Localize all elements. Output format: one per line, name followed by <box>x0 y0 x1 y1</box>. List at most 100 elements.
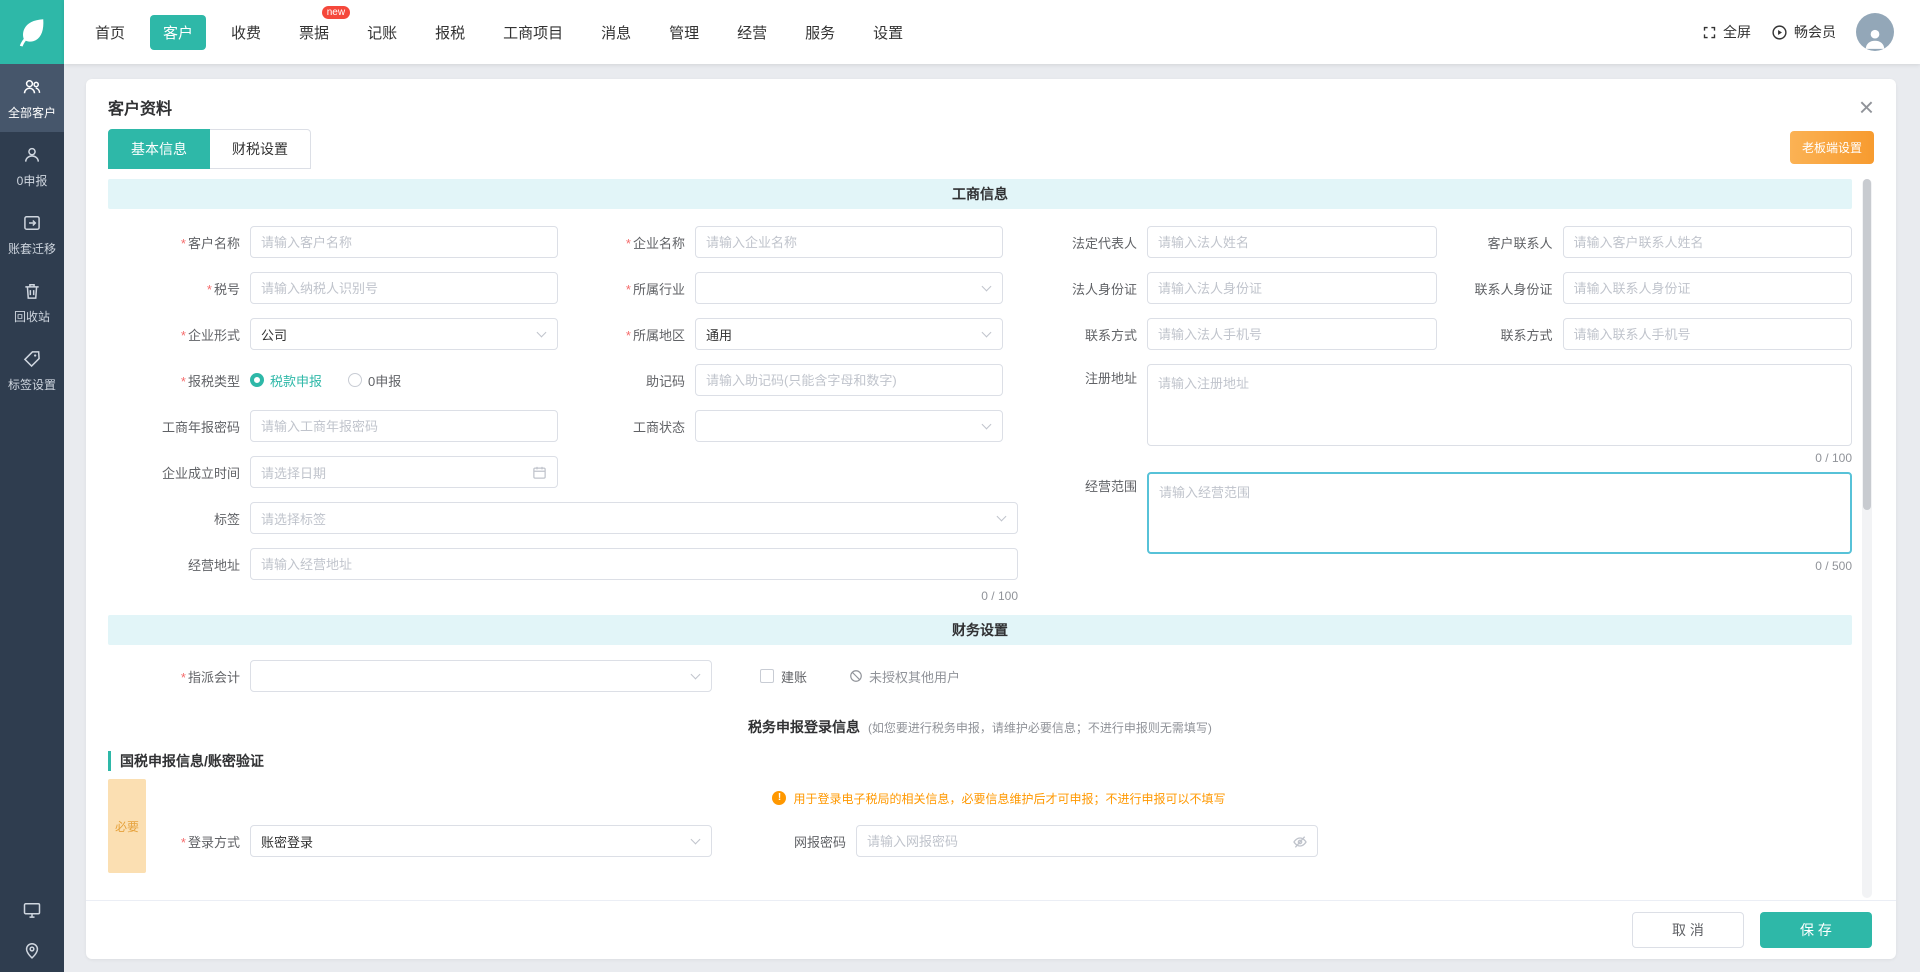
customer-name-input[interactable] <box>250 226 558 258</box>
business-status-select[interactable] <box>695 410 1003 442</box>
business-address-input[interactable] <box>250 548 1018 580</box>
sidebar-item-all-customers[interactable]: 全部客户 <box>0 64 64 132</box>
radio-label: 0申报 <box>368 373 402 389</box>
annual-report-password-input[interactable] <box>250 410 558 442</box>
form-row: 工商年报密码 <box>108 403 573 449</box>
member-button[interactable]: 畅会员 <box>1771 22 1836 42</box>
region-select[interactable]: 通用 <box>695 318 1003 350</box>
form-row: * 税号 <box>108 265 573 311</box>
required-asterisk: * <box>180 669 186 685</box>
cancel-button[interactable]: 取 消 <box>1632 912 1744 948</box>
checkbox-label: 建账 <box>781 669 808 685</box>
nav-item[interactable]: 收费 <box>218 15 274 50</box>
customer-contact-name-input[interactable] <box>1562 226 1852 258</box>
field-label: 注册地址 <box>1084 371 1137 386</box>
company-name-input[interactable] <box>695 226 1003 258</box>
required-asterisk: * <box>180 235 186 251</box>
establish-date-input[interactable]: 请选择日期 <box>250 456 558 488</box>
select-value <box>706 419 710 434</box>
tax-login-title: 税务申报登录信息 (如您要进行税务申报，请维护必要信息；不进行申报则无需填写) <box>108 717 1852 737</box>
registered-address-textarea[interactable] <box>1147 364 1852 446</box>
nav-item[interactable]: 首页 <box>82 15 138 50</box>
chevron-down-icon <box>690 669 701 680</box>
web-report-password-field[interactable] <box>856 825 1318 857</box>
sidebar-item-tag-settings[interactable]: 标签设置 <box>0 336 64 404</box>
field-label: * 报税类型 <box>180 373 240 389</box>
fullscreen-button[interactable]: 全屏 <box>1702 22 1751 42</box>
login-method-select[interactable]: 账密登录 <box>250 825 712 857</box>
sidebar-item-account-migrate[interactable]: 账套迁移 <box>0 200 64 268</box>
users-icon <box>22 77 42 97</box>
select-value: 公司 <box>261 327 288 343</box>
nav-item[interactable]: 管理 <box>656 15 712 50</box>
app-logo[interactable] <box>0 0 64 64</box>
radio-tax-declare[interactable]: 税款申报 <box>250 371 322 390</box>
nav-item[interactable]: 票据 new <box>286 5 351 50</box>
nav-item[interactable]: 经营 <box>724 15 780 50</box>
tax-warning-text: 用于登录电子税局的相关信息，必要信息维护后才可申报；不进行申报可以不填写 <box>793 791 1226 806</box>
fullscreen-icon <box>1702 25 1717 40</box>
scrollbar-thumb[interactable] <box>1863 179 1871 510</box>
legal-person-name-input[interactable] <box>1147 226 1437 258</box>
avatar[interactable] <box>1856 13 1894 51</box>
tags-select[interactable]: 请选择标签 <box>250 502 1018 534</box>
contact-id-input[interactable] <box>1562 272 1852 304</box>
sidebar-item-zero-declare[interactable]: 0申报 <box>0 132 64 200</box>
contact-phone-input[interactable] <box>1562 318 1852 350</box>
dialog-header: 客户资料 × <box>86 79 1896 129</box>
web-report-password-input[interactable] <box>867 833 1287 849</box>
field-label: 法定代表人 <box>1071 235 1137 251</box>
national-tax-main: ! 用于登录电子税局的相关信息，必要信息维护后才可申报；不进行申报可以不填写 *… <box>146 779 1852 873</box>
nav-item[interactable]: 消息 <box>588 15 644 50</box>
boss-settings-button[interactable]: 老板端设置 <box>1789 131 1874 164</box>
circle-slash-icon <box>849 669 863 683</box>
required-tag: 必要 <box>108 779 146 873</box>
chevron-down-icon <box>536 327 547 338</box>
company-form-select[interactable]: 公司 <box>250 318 558 350</box>
dialog-tabs: 基本信息 财税设置 <box>108 129 311 169</box>
required-asterisk: * <box>180 327 186 343</box>
tag-icon <box>22 349 42 369</box>
nav-item[interactable]: 客户 <box>150 14 207 50</box>
eye-off-icon[interactable] <box>1292 834 1308 850</box>
tax-number-input[interactable] <box>250 272 558 304</box>
nav-item[interactable]: 报税 <box>422 15 478 50</box>
legal-person-phone-input[interactable] <box>1147 318 1437 350</box>
assigned-accountant-select[interactable] <box>250 660 712 692</box>
save-button[interactable]: 保 存 <box>1760 912 1872 948</box>
nav-item[interactable]: 工商项目 <box>490 15 576 50</box>
form-column-middle: *企业名称 *所属行业 *所属地区 通用助记码工商状态 <box>573 219 1043 495</box>
field-label: 经营地址 <box>187 557 240 573</box>
section-finance-settings: 财务设置 <box>108 615 1852 645</box>
mnemonic-code-input[interactable] <box>695 364 1003 396</box>
close-icon[interactable]: × <box>1859 94 1874 120</box>
workbench-icon[interactable] <box>22 900 42 920</box>
radio-zero-declare[interactable]: 0申报 <box>348 371 401 390</box>
tabs-row: 基本信息 财税设置 老板端设置 <box>86 129 1896 169</box>
section-business-info: 工商信息 <box>108 179 1852 209</box>
sidebar-item-recycle-bin[interactable]: 回收站 <box>0 268 64 336</box>
field-label: * 所属地区 <box>625 327 685 343</box>
form-row: 联系方式 联系方式 <box>1043 311 1852 357</box>
field-label: * 企业形式 <box>180 327 240 343</box>
chevron-down-icon <box>996 511 1007 522</box>
tab-basic-info[interactable]: 基本信息 <box>108 129 210 169</box>
sidebar-item-label: 标签设置 <box>7 378 56 392</box>
location-icon[interactable] <box>22 940 42 960</box>
create-account-checkbox[interactable]: 建账 <box>760 667 807 686</box>
form-row: * 企业名称 <box>573 219 1043 265</box>
nav-item[interactable]: 设置 <box>860 15 916 50</box>
form-left-block: *客户名称*税号*企业形式公司*报税类型税款申报0申报工商年报密码企业成立时间请… <box>108 219 1043 603</box>
business-scope-textarea[interactable] <box>1147 472 1852 554</box>
nav-item[interactable]: 记账 <box>354 15 410 50</box>
form-column-left: *客户名称 *税号 *企业形式 公司 *报税类型 税款申报 0申报工商年报密码企业成立时间 请… <box>108 219 573 495</box>
legal-person-id-input[interactable] <box>1147 272 1437 304</box>
nav-item[interactable]: 服务 <box>792 15 848 50</box>
dialog-title: 客户资料 <box>108 101 173 118</box>
scrollbar-track[interactable] <box>1862 179 1872 898</box>
industry-select[interactable] <box>695 272 1003 304</box>
sidebar-item-label: 账套迁移 <box>7 242 56 256</box>
char-counter: 0 / 100 <box>1815 451 1852 465</box>
tab-finance-tax[interactable]: 财税设置 <box>210 129 311 169</box>
top-nav: 首页 客户 收费 票据 new 记账 报税 工商项目 消息 管理 经营 服务 设置 <box>82 5 916 50</box>
